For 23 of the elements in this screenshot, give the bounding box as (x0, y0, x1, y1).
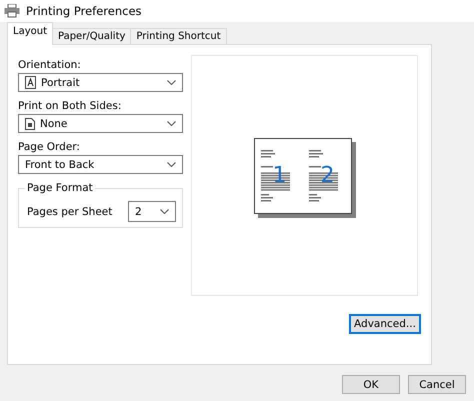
field-label: Page Order: (18, 141, 81, 153)
chevron-down-icon (167, 80, 176, 85)
printer-icon (4, 4, 20, 18)
field-label: Pages per Sheet (27, 206, 112, 218)
chevron-down-icon (167, 162, 176, 167)
chevron-down-icon (167, 121, 176, 126)
group-title: Page Format (25, 182, 95, 194)
portrait-page-icon (25, 76, 36, 89)
field-label: Orientation: (18, 59, 82, 71)
dropdown[interactable]: Front to Back (18, 155, 183, 174)
chevron-down-icon (160, 209, 169, 214)
tab[interactable]: Paper/Quality (52, 28, 132, 44)
page-icon (25, 118, 35, 130)
tab[interactable]: Printing Shortcut (130, 28, 227, 44)
tab[interactable]: Layout (7, 22, 53, 45)
window-title: Printing Preferences (26, 4, 142, 18)
field-label: Print on Both Sides: (18, 100, 122, 112)
advanced-button[interactable]: Advanced... (349, 314, 421, 334)
dropdown[interactable]: Portrait (18, 73, 183, 92)
dialog-button[interactable]: Cancel (408, 375, 466, 394)
dialog-button[interactable]: OK (342, 375, 400, 394)
dropdown[interactable]: None (18, 114, 183, 133)
dropdown[interactable]: 2 (128, 201, 176, 222)
